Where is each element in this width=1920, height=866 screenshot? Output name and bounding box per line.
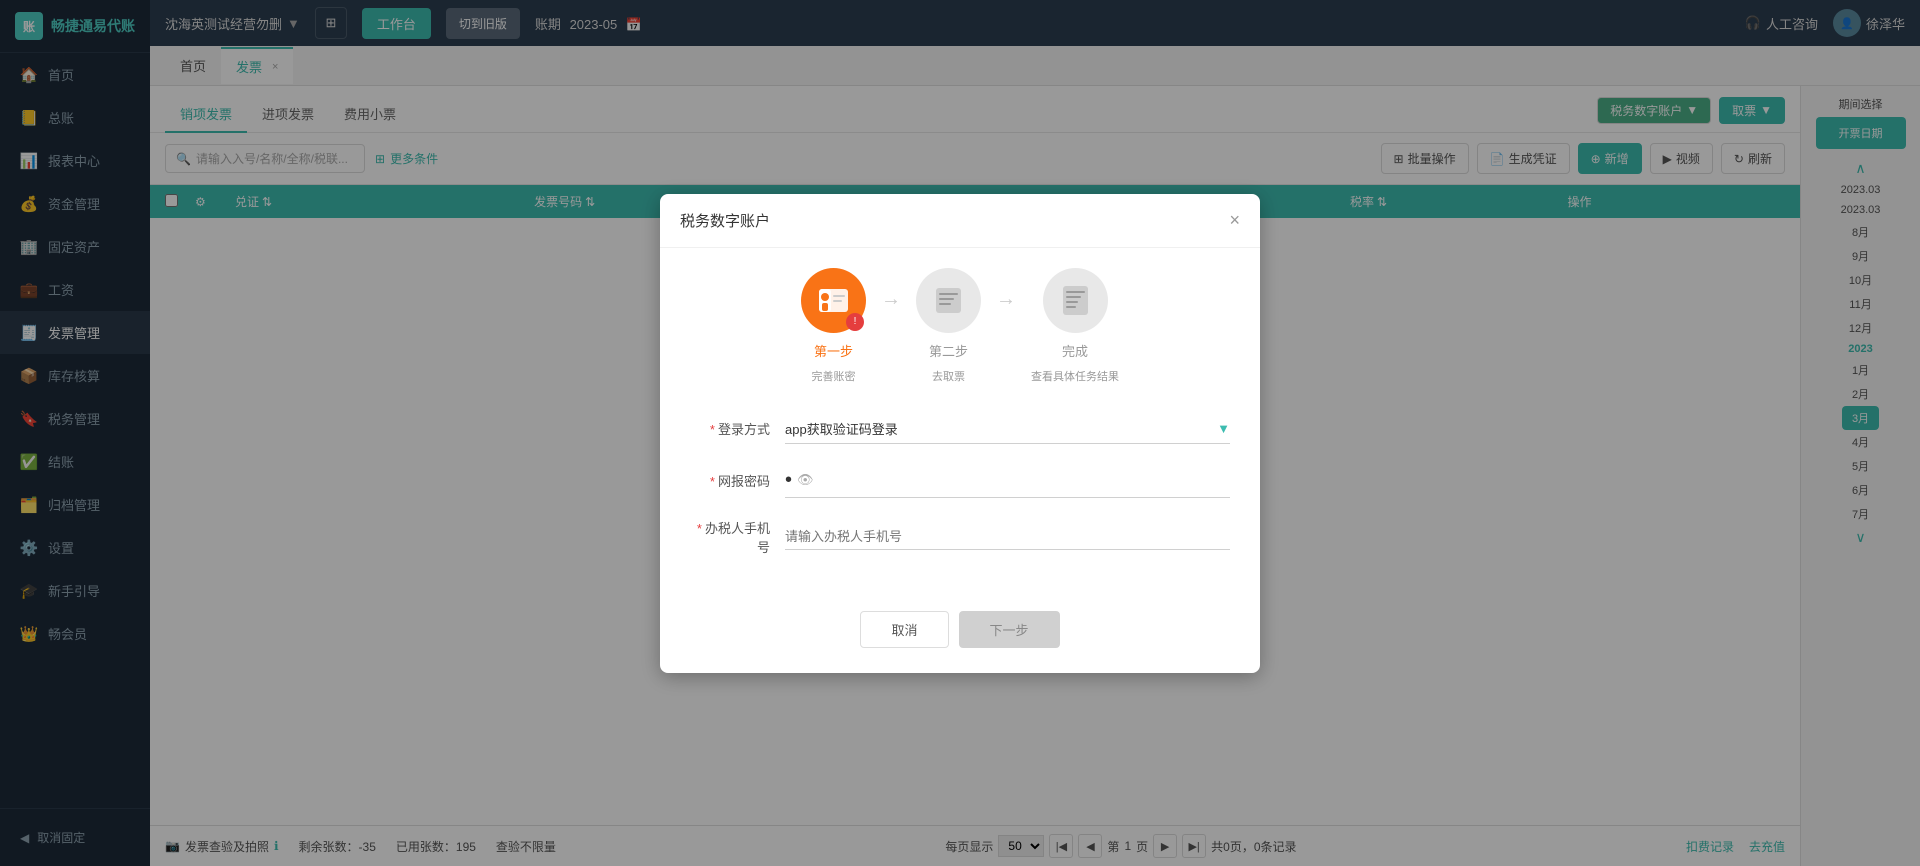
select-arrow-icon: ▼ [1217,421,1230,436]
password-row: 网报密码 • 👁 [690,464,1230,498]
modal-footer: 取消 下一步 [660,596,1260,673]
step-3-icon-wrap [1043,268,1108,333]
tax-account-modal: 税务数字账户 × ! [660,194,1260,673]
login-method-select[interactable]: app获取验证码登录 ▼ [785,414,1230,444]
step-3-desc: 查看具体任务结果 [1031,368,1119,384]
password-visibility-icon[interactable]: 👁 [797,472,814,488]
modal-body: ! 第一步 完善账密 → 第 [660,248,1260,596]
modal-header: 税务数字账户 × [660,194,1260,248]
cancel-button[interactable]: 取消 [860,611,948,648]
password-label: 网报密码 [690,471,770,490]
step-2-icon [931,283,966,318]
step-arrow-1: → [881,268,901,311]
modal-close-button[interactable]: × [1229,210,1240,231]
step-1-badge: ! [846,313,864,331]
login-method-label: 登录方式 [690,419,770,438]
step-1-label: 第一步 [814,341,853,360]
next-button[interactable]: 下一步 [959,611,1060,648]
phone-row: 办税人手机号 [690,518,1230,556]
login-method-row: 登录方式 app获取验证码登录 ▼ [690,414,1230,444]
step-arrow-2: → [996,268,1016,311]
password-dots: • [785,469,792,492]
modal-overlay: 税务数字账户 × ! [0,0,1920,866]
step-2-icon-wrap [916,268,981,333]
phone-label: 办税人手机号 [690,518,770,556]
step-3-icon [1058,283,1093,318]
step-3-label: 完成 [1062,341,1088,360]
password-field[interactable]: • 👁 [785,464,1230,498]
step-2-desc: 去取票 [932,368,965,384]
step-2: 第二步 去取票 [916,268,981,384]
step-1: ! 第一步 完善账密 [801,268,866,384]
phone-field[interactable] [785,524,1230,550]
phone-input[interactable] [785,529,1230,544]
login-method-value: app获取验证码登录 [785,419,1212,438]
modal-title: 税务数字账户 [680,210,770,231]
step-2-label: 第二步 [929,341,968,360]
step-3: 完成 查看具体任务结果 [1031,268,1119,384]
steps-indicator: ! 第一步 完善账密 → 第 [690,268,1230,384]
step-1-icon [816,283,851,318]
step-1-icon-wrap: ! [801,268,866,333]
step-1-desc: 完善账密 [812,368,856,384]
